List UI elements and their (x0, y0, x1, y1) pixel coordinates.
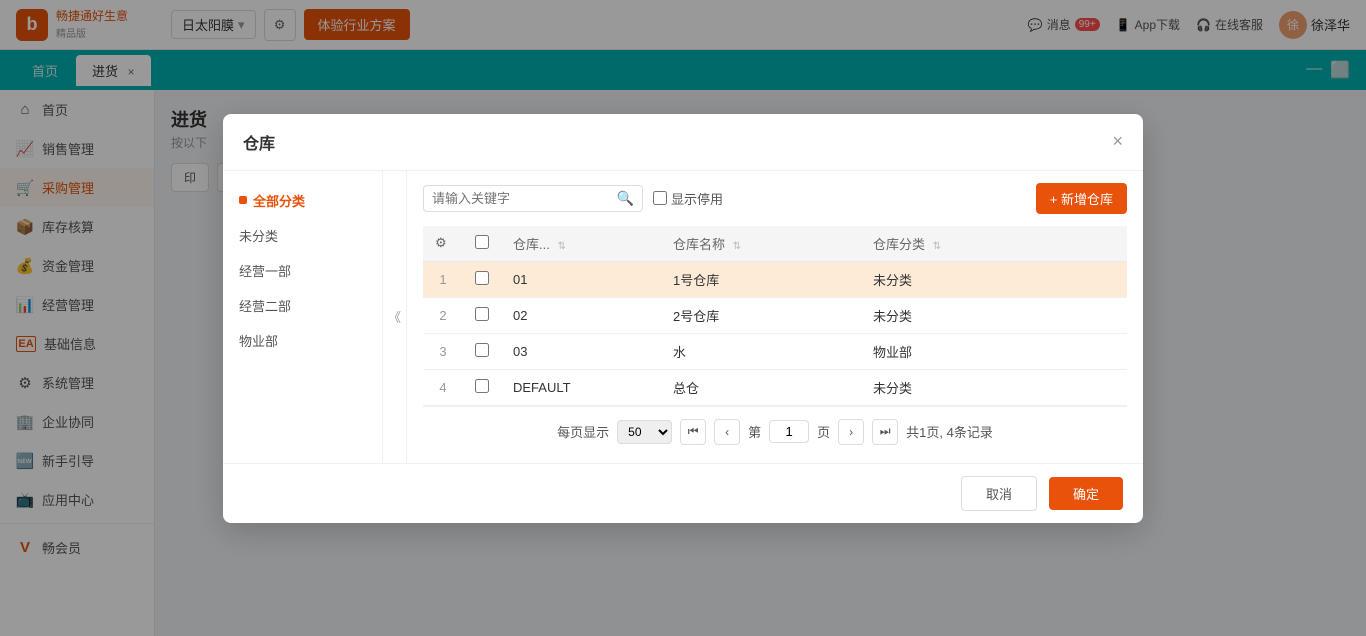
th-code: 仓库... ⇅ (501, 226, 661, 262)
modal-category-sidebar: 全部分类 未分类 经营一部 经营二部 物业部 (223, 171, 383, 463)
row-category-1: 未分类 (861, 261, 1127, 297)
table-row[interactable]: 3 03 水 物业部 (423, 333, 1127, 369)
prev-page-icon: ‹ (725, 425, 729, 439)
category-ops1[interactable]: 经营一部 (223, 253, 382, 288)
category-ops2-label: 经营二部 (239, 299, 291, 314)
row-name-4: 总仓 (661, 369, 861, 405)
row-code-2: 02 (501, 297, 661, 333)
table-body: 1 01 1号仓库 未分类 2 02 2号仓库 (423, 261, 1127, 405)
prev-page-button[interactable]: ‹ (714, 419, 740, 445)
page-suffix: 页 (817, 422, 830, 441)
row-num-2: 2 (423, 297, 463, 333)
show-disabled-text: 显示停用 (671, 189, 723, 208)
last-page-icon: ⏭ (880, 424, 891, 439)
warehouse-table: ⚙ 仓库... ⇅ 仓库名称 (423, 226, 1127, 406)
next-page-button[interactable]: › (838, 419, 864, 445)
row-check-3[interactable] (463, 333, 501, 369)
th-gear-icon: ⚙ (435, 235, 447, 250)
th-category-label: 仓库分类 (873, 237, 925, 252)
modal-header: 仓库 × (223, 114, 1143, 171)
category-property[interactable]: 物业部 (223, 323, 382, 358)
next-page-icon: › (849, 425, 853, 439)
search-input-wrap[interactable]: 🔍 (423, 185, 643, 212)
th-name: 仓库名称 ⇅ (661, 226, 861, 262)
confirm-button[interactable]: 确定 (1049, 477, 1123, 510)
row-check-4[interactable] (463, 369, 501, 405)
warehouse-modal: 仓库 × 全部分类 未分类 经营一部 经营二部 (223, 114, 1143, 523)
last-page-button[interactable]: ⏭ (872, 419, 898, 445)
row-checkbox-2[interactable] (475, 307, 489, 321)
row-check-1[interactable] (463, 261, 501, 297)
th-code-label: 仓库... (513, 237, 550, 252)
row-name-3: 水 (661, 333, 861, 369)
per-page-select[interactable]: 10 20 50 100 (617, 420, 672, 444)
sort-code-icon[interactable]: ⇅ (557, 241, 565, 252)
per-page-label: 每页显示 (557, 422, 609, 441)
row-checkbox-1[interactable] (475, 271, 489, 285)
category-dot-icon (239, 196, 247, 204)
modal-main-content: 🔍 显示停用 + 新增仓库 ⚙ (407, 171, 1143, 463)
cancel-button[interactable]: 取消 (961, 476, 1037, 511)
modal-close-button[interactable]: × (1112, 131, 1123, 152)
search-icon[interactable]: 🔍 (617, 190, 634, 207)
category-all-label: 全部分类 (253, 191, 305, 210)
category-all[interactable]: 全部分类 (223, 183, 382, 218)
sort-name-icon[interactable]: ⇅ (733, 241, 741, 252)
row-checkbox-4[interactable] (475, 379, 489, 393)
row-code-1: 01 (501, 261, 661, 297)
first-page-icon: ⏮ (688, 424, 699, 439)
row-category-4: 未分类 (861, 369, 1127, 405)
row-name-1: 1号仓库 (661, 261, 861, 297)
row-name-2: 2号仓库 (661, 297, 861, 333)
show-disabled-label[interactable]: 显示停用 (653, 189, 723, 208)
th-name-label: 仓库名称 (673, 237, 725, 252)
add-warehouse-button[interactable]: + 新增仓库 (1036, 183, 1127, 214)
sort-category-icon[interactable]: ⇅ (933, 241, 941, 252)
row-code-3: 03 (501, 333, 661, 369)
total-records: 共1页, 4条记录 (906, 422, 993, 441)
show-disabled-checkbox[interactable] (653, 191, 667, 205)
select-all-checkbox[interactable] (475, 235, 489, 249)
collapse-icon: 《 (388, 307, 401, 326)
table-row[interactable]: 2 02 2号仓库 未分类 (423, 297, 1127, 333)
category-ops1-label: 经营一部 (239, 264, 291, 279)
row-num-3: 3 (423, 333, 463, 369)
category-property-label: 物业部 (239, 334, 278, 349)
th-checkbox (463, 226, 501, 262)
th-category: 仓库分类 ⇅ (861, 226, 1127, 262)
warehouse-table-scroll: ⚙ 仓库... ⇅ 仓库名称 (423, 226, 1127, 406)
modal-toolbar: 🔍 显示停用 + 新增仓库 (423, 183, 1127, 214)
row-code-4: DEFAULT (501, 369, 661, 405)
table-row[interactable]: 4 DEFAULT 总仓 未分类 (423, 369, 1127, 405)
row-num-1: 1 (423, 261, 463, 297)
th-gear: ⚙ (423, 226, 463, 262)
pagination: 每页显示 10 20 50 100 ⏮ ‹ 第 页 (423, 406, 1127, 451)
row-num-4: 4 (423, 369, 463, 405)
modal-title: 仓库 (243, 130, 275, 154)
search-input[interactable] (432, 191, 617, 206)
category-unclassified[interactable]: 未分类 (223, 218, 382, 253)
row-check-2[interactable] (463, 297, 501, 333)
page-label: 第 (748, 422, 761, 441)
modal-footer: 取消 确定 (223, 463, 1143, 523)
row-category-2: 未分类 (861, 297, 1127, 333)
modal-body: 全部分类 未分类 经营一部 经营二部 物业部 《 (223, 171, 1143, 463)
row-category-3: 物业部 (861, 333, 1127, 369)
table-header: ⚙ 仓库... ⇅ 仓库名称 (423, 226, 1127, 262)
row-checkbox-3[interactable] (475, 343, 489, 357)
first-page-button[interactable]: ⏮ (680, 419, 706, 445)
modal-overlay[interactable]: 仓库 × 全部分类 未分类 经营一部 经营二部 (0, 0, 1366, 636)
sidebar-collapse-button[interactable]: 《 (383, 171, 407, 463)
table-row[interactable]: 1 01 1号仓库 未分类 (423, 261, 1127, 297)
category-ops2[interactable]: 经营二部 (223, 288, 382, 323)
page-number-input[interactable] (769, 420, 809, 443)
category-unclassified-label: 未分类 (239, 229, 278, 244)
